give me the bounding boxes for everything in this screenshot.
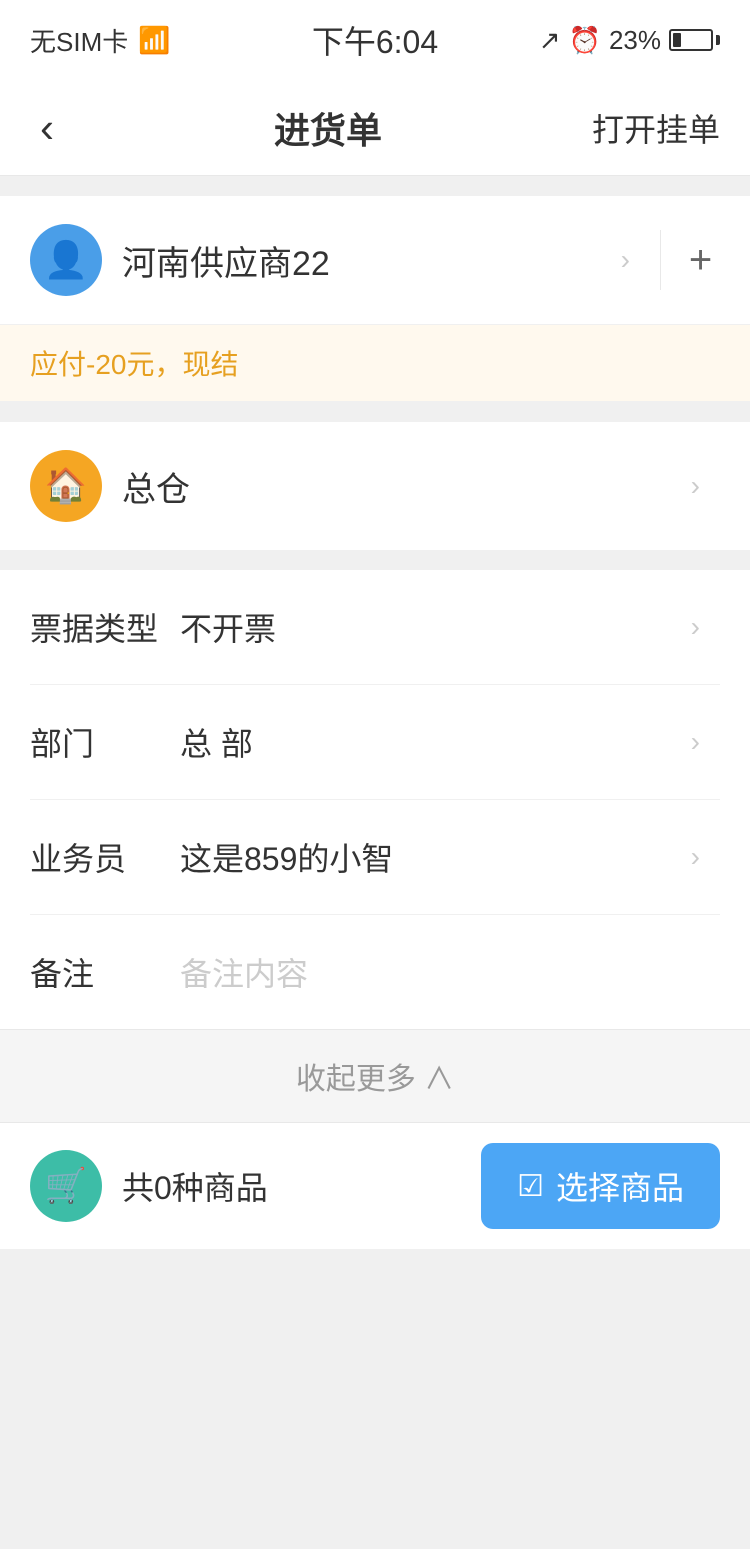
salesperson-label: 业务员 <box>30 834 170 880</box>
department-value: 总 部 <box>170 719 691 765</box>
supplier-name: 河南供应商22 <box>122 236 621 285</box>
battery-box <box>669 29 720 51</box>
location-icon: ↗ <box>539 25 561 56</box>
carrier-text: 无SIM卡 <box>30 22 128 59</box>
salesperson-row[interactable]: 业务员 这是859的小智 › <box>0 800 750 914</box>
collapse-row[interactable]: 收起更多 ∧ <box>0 1029 750 1122</box>
notice-text: 应付-20元，现结 <box>30 349 238 380</box>
chevron-right-icon: › <box>621 244 630 276</box>
supplier-section: 👤 河南供应商22 › + 应付-20元，现结 <box>0 196 750 402</box>
invoice-type-value: 不开票 <box>170 604 691 650</box>
select-product-button[interactable]: ☑ 选择商品 <box>481 1143 720 1229</box>
select-product-icon: ☑ <box>517 1169 544 1204</box>
home-icon: 🏠 <box>45 466 87 506</box>
collapse-text: 收起更多 ∧ <box>296 1054 454 1098</box>
battery-bar <box>669 29 713 51</box>
warehouse-row[interactable]: 🏠 总仓 › <box>0 422 750 550</box>
department-chevron-icon: › <box>691 726 700 758</box>
select-product-label: 选择商品 <box>556 1163 684 1209</box>
product-count-text: 共0种商品 <box>122 1163 481 1209</box>
department-label: 部门 <box>30 719 170 765</box>
status-time: 下午6:04 <box>312 17 438 63</box>
cart-icon: 🛒 <box>45 1166 87 1206</box>
invoice-type-row[interactable]: 票据类型 不开票 › <box>0 570 750 684</box>
battery-tip <box>716 35 720 45</box>
salesperson-chevron-icon: › <box>691 841 700 873</box>
battery-text: 23% <box>609 25 661 56</box>
salesperson-value: 这是859的小智 <box>170 834 691 880</box>
page-title: 进货单 <box>274 102 382 154</box>
remark-row[interactable]: 备注 备注内容 <box>0 915 750 1029</box>
alarm-icon: ⏰ <box>569 25 601 56</box>
invoice-type-label: 票据类型 <box>30 604 170 650</box>
product-count-icon: 🛒 <box>30 1150 102 1222</box>
battery-fill <box>673 33 681 47</box>
person-icon: 👤 <box>44 239 89 281</box>
supplier-row[interactable]: 👤 河南供应商22 › + <box>0 196 750 325</box>
remark-label: 备注 <box>30 949 170 995</box>
bottom-bar: 🛒 共0种商品 ☑ 选择商品 <box>0 1122 750 1249</box>
department-row[interactable]: 部门 总 部 › <box>0 685 750 799</box>
status-left: 无SIM卡 📶 <box>30 22 171 59</box>
add-button[interactable]: + <box>660 230 720 290</box>
open-pending-button[interactable]: 打开挂单 <box>592 105 720 151</box>
status-right: ↗ ⏰ 23% <box>539 25 720 56</box>
nav-bar: ‹ 进货单 打开挂单 <box>0 80 750 176</box>
warehouse-section: 🏠 总仓 › <box>0 422 750 550</box>
wifi-icon: 📶 <box>138 25 170 56</box>
status-bar: 无SIM卡 📶 下午6:04 ↗ ⏰ 23% <box>0 0 750 80</box>
avatar: 👤 <box>30 224 102 296</box>
notice-bar: 应付-20元，现结 <box>0 325 750 402</box>
section-divider-2 <box>0 402 750 422</box>
remark-placeholder: 备注内容 <box>170 949 720 995</box>
section-divider-3 <box>0 550 750 570</box>
warehouse-icon: 🏠 <box>30 450 102 522</box>
back-button[interactable]: ‹ <box>30 94 64 162</box>
invoice-chevron-icon: › <box>691 611 700 643</box>
content-background <box>0 1249 750 1549</box>
form-section: 票据类型 不开票 › 部门 总 部 › 业务员 这是859的小智 › 备注 备注… <box>0 570 750 1122</box>
warehouse-name: 总仓 <box>122 462 691 511</box>
warehouse-chevron-icon: › <box>691 470 700 502</box>
section-divider-1 <box>0 176 750 196</box>
